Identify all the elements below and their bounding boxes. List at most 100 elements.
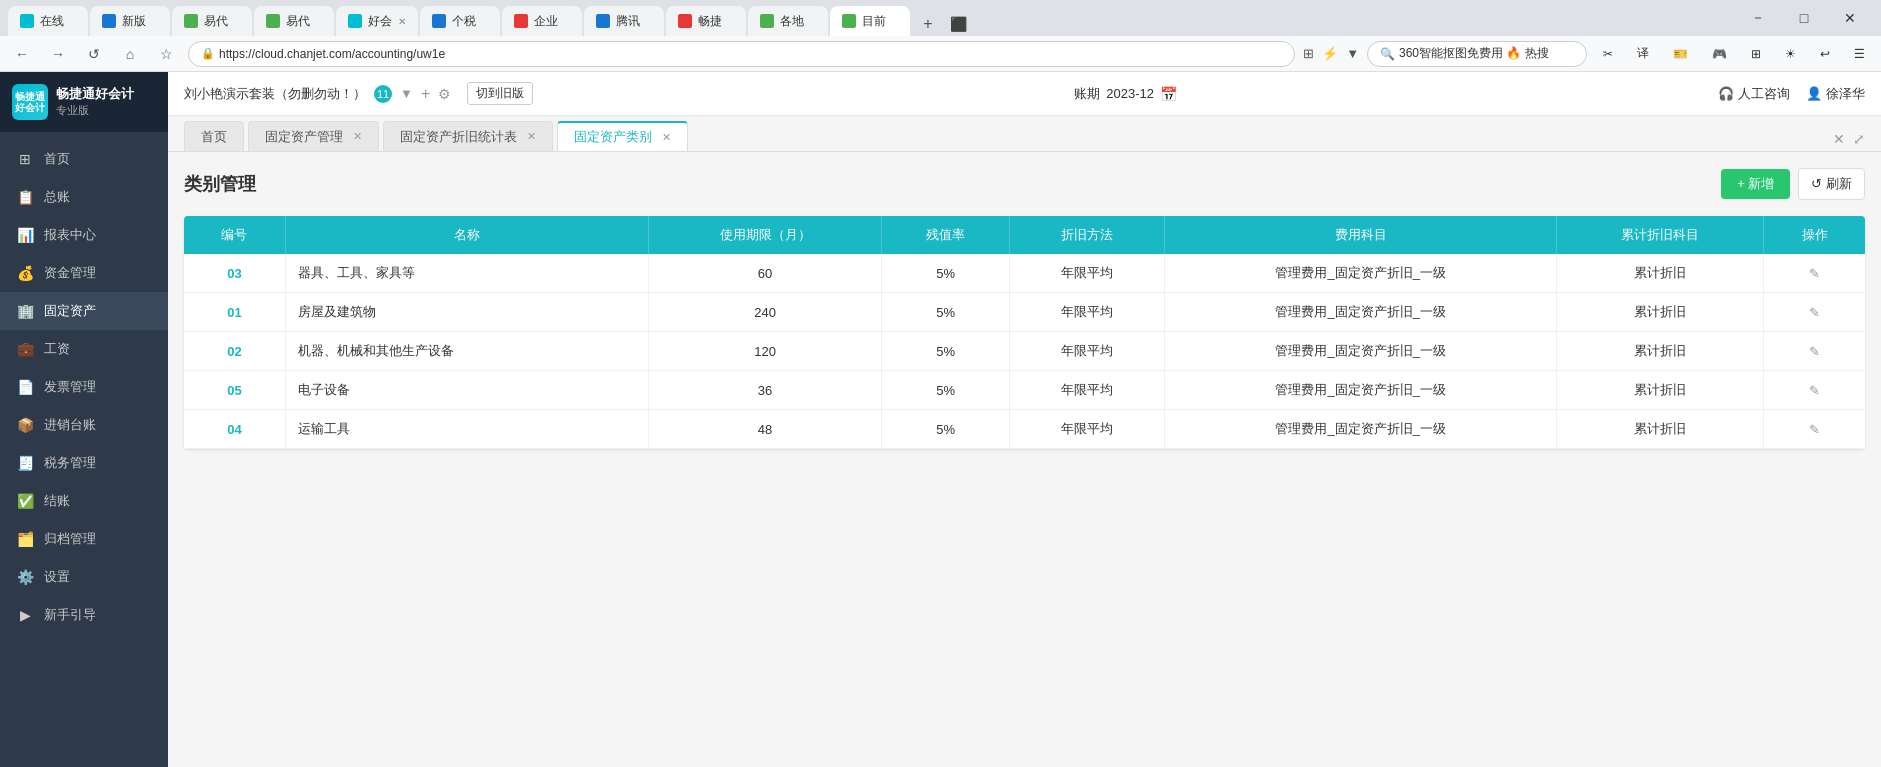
refresh-page-button[interactable]: ↺ 刷新	[1798, 168, 1865, 200]
browser-tab-muqian[interactable]: 目前	[830, 6, 910, 36]
logo-icon: 畅捷通好会计	[12, 84, 48, 120]
logo-text: 畅捷通好会计 专业版	[56, 85, 134, 119]
history-back-button[interactable]: ↩	[1812, 45, 1838, 63]
edit-button-4[interactable]: ✎	[1809, 422, 1820, 437]
tab-depreciation-label: 固定资产折旧统计表	[400, 128, 517, 146]
game-button[interactable]: 🎮	[1704, 45, 1735, 63]
sidebar-nav: ⊞ 首页 📋 总账 📊 报表中心 💰 资金管理 🏢 固定资产 💼 工资	[0, 132, 168, 767]
sidebar-item-archive-label: 归档管理	[44, 530, 96, 548]
sidebar-item-settings-label: 设置	[44, 568, 70, 586]
browser-tab-tengxun[interactable]: 腾讯	[584, 6, 664, 36]
edit-button-3[interactable]: ✎	[1809, 383, 1820, 398]
grid-button[interactable]: ⊞	[1743, 45, 1769, 63]
tab-category[interactable]: 固定资产类别 ✕	[557, 121, 688, 151]
back-button[interactable]: ←	[8, 40, 36, 68]
tab-home[interactable]: 首页	[184, 121, 244, 151]
maximize-button[interactable]: □	[1781, 0, 1827, 36]
edit-button-1[interactable]: ✎	[1809, 305, 1820, 320]
extension-button[interactable]: ⚡	[1322, 46, 1338, 61]
translate-button[interactable]: 译	[1629, 43, 1657, 64]
browser-tab-zaixin[interactable]: 在线	[8, 6, 88, 36]
site-settings-button[interactable]: ⊞	[1303, 46, 1314, 61]
content-maximize-button[interactable]: ⤢	[1853, 131, 1865, 147]
url-text: https://cloud.chanjet.com/accounting/uw1…	[219, 47, 445, 61]
sidebar-item-archive[interactable]: 🗂️ 归档管理	[0, 520, 168, 558]
sidebar-item-guide[interactable]: ▶ 新手引导	[0, 596, 168, 634]
browser-tab-haohui[interactable]: 好会 ✕	[336, 6, 418, 36]
consult-button[interactable]: 🎧 人工咨询	[1718, 85, 1790, 103]
header-actions: + 新增 ↺ 刷新	[1721, 168, 1865, 200]
cell-code-2: 02	[184, 332, 285, 371]
add-button[interactable]: + 新增	[1721, 169, 1790, 199]
sidebar-item-home[interactable]: ⊞ 首页	[0, 140, 168, 178]
browser-toolbar: ← → ↺ ⌂ ☆ 🔒 https://cloud.chanjet.com/ac…	[0, 36, 1881, 72]
sidebar-item-settings[interactable]: ⚙️ 设置	[0, 558, 168, 596]
browser-tab-qiye[interactable]: 企业	[502, 6, 582, 36]
settings-gear-button[interactable]: ⚙	[438, 86, 451, 102]
user-avatar[interactable]: 👤 徐泽华	[1806, 85, 1865, 103]
tab-fixed-mgmt[interactable]: 固定资产管理 ✕	[248, 121, 379, 151]
switch-version-button[interactable]: 切到旧版	[467, 82, 533, 105]
dropdown-button[interactable]: ▼	[1346, 46, 1359, 61]
edit-button-2[interactable]: ✎	[1809, 344, 1820, 359]
browser-tab-gedi[interactable]: 各地	[748, 6, 828, 36]
coupon-button[interactable]: 🎫	[1665, 45, 1696, 63]
home-icon: ⊞	[16, 150, 34, 168]
forward-button[interactable]: →	[44, 40, 72, 68]
new-tab-button[interactable]: +	[916, 12, 940, 36]
sidebar-item-fund[interactable]: 💰 资金管理	[0, 254, 168, 292]
sidebar-item-ledger[interactable]: 📋 总账	[0, 178, 168, 216]
refresh-button[interactable]: ↺	[80, 40, 108, 68]
bookmark-button[interactable]: ☆	[152, 40, 180, 68]
sidebar-item-settlement[interactable]: ✅ 结账	[0, 482, 168, 520]
address-bar[interactable]: 🔒 https://cloud.chanjet.com/accounting/u…	[188, 41, 1295, 67]
browser-tab-yidai2[interactable]: 易代	[254, 6, 334, 36]
tab-list-button[interactable]: ⬛	[946, 12, 970, 36]
calendar-icon[interactable]: 📅	[1160, 86, 1177, 102]
avatar-icon: 👤	[1806, 86, 1822, 101]
edit-button-0[interactable]: ✎	[1809, 266, 1820, 281]
sidebar-logo: 畅捷通好会计 畅捷通好会计 专业版	[0, 72, 168, 132]
browser-tab-close-haohui[interactable]: ✕	[398, 16, 406, 27]
brightness-button[interactable]: ☀	[1777, 45, 1804, 63]
scissors-button[interactable]: ✂	[1595, 45, 1621, 63]
archive-icon: 🗂️	[16, 530, 34, 548]
settings-icon: ⚙️	[16, 568, 34, 586]
tab-category-close[interactable]: ✕	[662, 131, 671, 144]
sidebar-item-report[interactable]: 📊 报表中心	[0, 216, 168, 254]
minimize-button[interactable]: －	[1735, 0, 1781, 36]
menu-button[interactable]: ☰	[1846, 45, 1873, 63]
sidebar-item-invoice[interactable]: 📄 发票管理	[0, 368, 168, 406]
tab-depreciation[interactable]: 固定资产折旧统计表 ✕	[383, 121, 553, 151]
close-button[interactable]: ✕	[1827, 0, 1873, 36]
tab-fixed-mgmt-close[interactable]: ✕	[353, 130, 362, 143]
content-close-button[interactable]: ✕	[1833, 131, 1845, 147]
cell-name-4: 运输工具	[285, 410, 648, 449]
browser-tab-changjie[interactable]: 畅捷	[666, 6, 746, 36]
cell-action-1: ✎	[1764, 293, 1865, 332]
browser-tab-xinban[interactable]: 新版	[90, 6, 170, 36]
add-company-button[interactable]: +	[421, 85, 430, 103]
sidebar-item-fixed-asset[interactable]: 🏢 固定资产	[0, 292, 168, 330]
sidebar-item-stock[interactable]: 📦 进销台账	[0, 406, 168, 444]
sidebar-item-salary-label: 工资	[44, 340, 70, 358]
user-dropdown-button[interactable]: ▼	[400, 86, 413, 101]
table-header-row: 编号 名称 使用期限（月） 残值率 折旧方法 费用科目 累计折旧科目 操作	[184, 216, 1865, 254]
settlement-icon: ✅	[16, 492, 34, 510]
tab-depreciation-close[interactable]: ✕	[527, 130, 536, 143]
search-bar[interactable]: 🔍 360智能抠图免费用 🔥 热搜	[1367, 41, 1587, 67]
browser-tab-yidai1[interactable]: 易代	[172, 6, 252, 36]
cell-accumulated-0: 累计折旧	[1557, 254, 1764, 293]
col-header-name: 名称	[285, 216, 648, 254]
sidebar-item-salary[interactable]: 💼 工资	[0, 330, 168, 368]
sidebar-item-tax[interactable]: 🧾 税务管理	[0, 444, 168, 482]
col-header-action: 操作	[1764, 216, 1865, 254]
home-button[interactable]: ⌂	[116, 40, 144, 68]
tax-icon: 🧾	[16, 454, 34, 472]
cell-period-4: 48	[649, 410, 882, 449]
content-area: 类别管理 + 新增 ↺ 刷新 编号 名称 使用期限（月） 残值率 折旧方法 费用…	[168, 152, 1881, 767]
browser-tab-geshu[interactable]: 个税	[420, 6, 500, 36]
sidebar-item-fund-label: 资金管理	[44, 264, 96, 282]
table-row: 03 器具、工具、家具等 60 5% 年限平均 管理费用_固定资产折旧_一级 累…	[184, 254, 1865, 293]
sidebar: 畅捷通好会计 畅捷通好会计 专业版 ⊞ 首页 📋 总账 📊 报表中心 💰	[0, 72, 168, 767]
